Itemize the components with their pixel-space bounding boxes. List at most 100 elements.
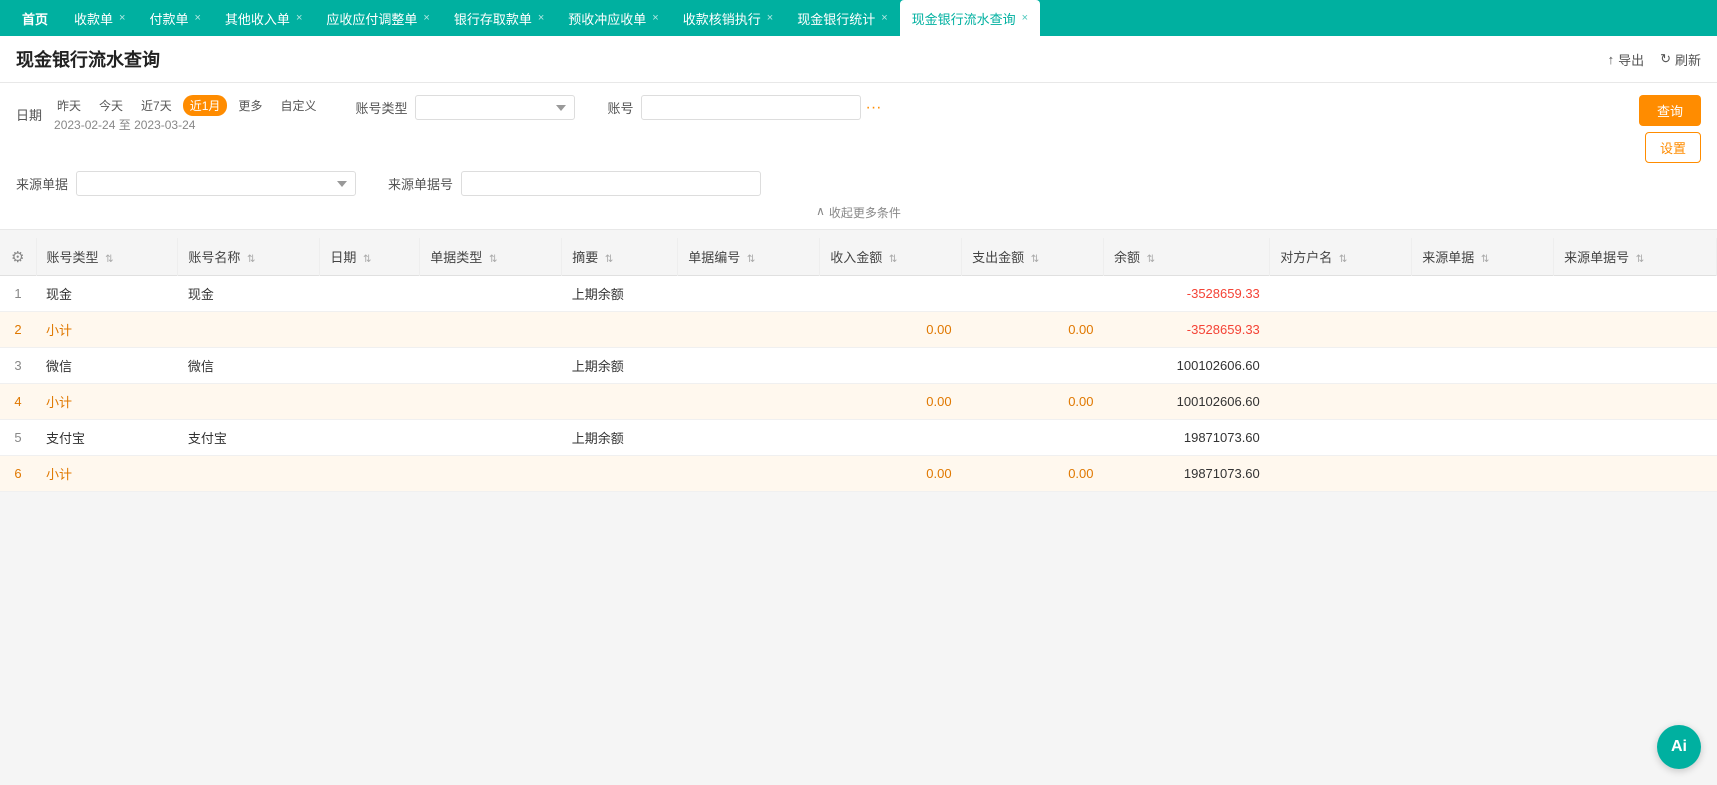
- col-account-name: 账号名称 ⇅: [178, 238, 320, 276]
- cell-doc-number: [678, 276, 820, 312]
- cell-balance: -3528659.33: [1104, 276, 1270, 312]
- tab-qitashouruden[interactable]: 其他收入单 ×: [213, 0, 314, 36]
- table-row[interactable]: 6 小计 0.00 0.00 19871073.60: [0, 456, 1717, 492]
- cell-date: [320, 348, 420, 384]
- table-row[interactable]: 4 小计 0.00 0.00 100102606.60: [0, 384, 1717, 420]
- source-doc-num-filter-group: 来源单据号: [388, 171, 761, 196]
- close-icon[interactable]: ×: [296, 12, 302, 24]
- col-expense: 支出金额 ⇅: [962, 238, 1104, 276]
- table-row[interactable]: 5 支付宝 支付宝 上期余额 19871073.60: [0, 420, 1717, 456]
- sort-icon[interactable]: ⇅: [1481, 254, 1489, 265]
- date-opt-1month[interactable]: 近1月: [183, 95, 228, 116]
- col-source-doc: 来源单据 ⇅: [1412, 238, 1554, 276]
- col-account-type: 账号类型 ⇅: [36, 238, 178, 276]
- cell-source-doc: [1412, 312, 1554, 348]
- header-actions: ↑ 导出 ↻ 刷新: [1608, 50, 1701, 69]
- date-filter-group: 日期 昨天 今天 近7天 近1月 更多 自定义 2023-02-24 至 202…: [16, 95, 323, 133]
- home-tab[interactable]: 首页: [8, 0, 62, 36]
- tab-xianjinyinhang-stat[interactable]: 现金银行统计 ×: [785, 0, 899, 36]
- cell-counterpart: [1270, 348, 1412, 384]
- data-table: ⚙ 账号类型 ⇅ 账号名称 ⇅ 日期 ⇅ 单据类型 ⇅: [0, 238, 1717, 492]
- date-opt-today[interactable]: 今天: [92, 95, 130, 116]
- table-row[interactable]: 2 小计 0.00 0.00 -3528659.33: [0, 312, 1717, 348]
- refresh-button[interactable]: ↻ 刷新: [1660, 50, 1701, 69]
- sort-icon[interactable]: ⇅: [489, 254, 497, 265]
- cell-expense: [962, 348, 1104, 384]
- tab-shoukuanhexiao[interactable]: 收款核销执行 ×: [671, 0, 785, 36]
- sort-icon[interactable]: ⇅: [1031, 254, 1039, 265]
- row-number: 2: [0, 312, 36, 348]
- tab-yingshouyingfu[interactable]: 应收应付调整单 ×: [314, 0, 441, 36]
- col-date: 日期 ⇅: [320, 238, 420, 276]
- cell-doc-number: [678, 456, 820, 492]
- close-icon[interactable]: ×: [538, 12, 544, 24]
- table-row[interactable]: 3 微信 微信 上期余额 100102606.60: [0, 348, 1717, 384]
- sort-icon[interactable]: ⇅: [363, 254, 371, 265]
- cell-income: 0.00: [820, 384, 962, 420]
- cell-doc-type: [420, 276, 562, 312]
- sort-icon[interactable]: ⇅: [605, 254, 613, 265]
- account-more-icon[interactable]: ···: [861, 99, 885, 117]
- column-settings-icon[interactable]: ⚙: [11, 249, 24, 266]
- tab-fukuandan[interactable]: 付款单 ×: [137, 0, 212, 36]
- sort-icon[interactable]: ⇅: [747, 254, 755, 265]
- collapse-bar[interactable]: ∧ 收起更多条件: [16, 200, 1701, 225]
- export-button[interactable]: ↑ 导出: [1608, 50, 1645, 69]
- cell-counterpart: [1270, 420, 1412, 456]
- query-button[interactable]: 查询: [1639, 95, 1701, 126]
- source-doc-num-input[interactable]: [461, 171, 761, 196]
- tab-yushouch[interactable]: 预收冲应收单 ×: [556, 0, 670, 36]
- cell-source-doc-num: [1554, 348, 1717, 384]
- cell-counterpart: [1270, 312, 1412, 348]
- tab-yinhangcunqu[interactable]: 银行存取款单 ×: [442, 0, 556, 36]
- source-doc-select[interactable]: [76, 171, 356, 196]
- close-icon[interactable]: ×: [767, 12, 773, 24]
- sort-icon[interactable]: ⇅: [1636, 254, 1644, 265]
- page-title: 现金银行流水查询: [16, 46, 160, 72]
- sort-icon[interactable]: ⇅: [247, 254, 255, 265]
- settings-button[interactable]: 设置: [1645, 132, 1701, 163]
- date-opt-7days[interactable]: 近7天: [134, 95, 179, 116]
- col-balance: 余额 ⇅: [1104, 238, 1270, 276]
- cell-doc-type: [420, 420, 562, 456]
- sort-icon[interactable]: ⇅: [105, 254, 113, 265]
- cell-account-type: 小计: [36, 312, 178, 348]
- cell-date: [320, 420, 420, 456]
- close-icon[interactable]: ×: [881, 12, 887, 24]
- date-range-display: 2023-02-24 至 2023-03-24: [54, 116, 323, 133]
- source-doc-filter-group: 来源单据: [16, 171, 356, 196]
- sort-icon[interactable]: ⇅: [1339, 254, 1347, 265]
- account-input[interactable]: [641, 95, 861, 120]
- close-icon[interactable]: ×: [1022, 12, 1028, 24]
- cell-source-doc: [1412, 420, 1554, 456]
- close-icon[interactable]: ×: [194, 12, 200, 24]
- close-icon[interactable]: ×: [652, 12, 658, 24]
- export-icon: ↑: [1608, 52, 1615, 67]
- table-row[interactable]: 1 现金 现金 上期余额 -3528659.33: [0, 276, 1717, 312]
- col-counterpart: 对方户名 ⇅: [1270, 238, 1412, 276]
- cell-counterpart: [1270, 384, 1412, 420]
- cell-doc-number: [678, 420, 820, 456]
- date-label: 日期: [16, 105, 42, 124]
- cell-doc-type: [420, 456, 562, 492]
- cell-account-type: 小计: [36, 384, 178, 420]
- date-opt-more[interactable]: 更多: [231, 95, 269, 116]
- close-icon[interactable]: ×: [119, 12, 125, 24]
- cell-source-doc-num: [1554, 312, 1717, 348]
- sort-icon[interactable]: ⇅: [889, 254, 897, 265]
- account-type-label: 账号类型: [355, 98, 407, 117]
- sort-icon[interactable]: ⇅: [1147, 254, 1155, 265]
- row-number: 3: [0, 348, 36, 384]
- account-type-select[interactable]: [415, 95, 575, 120]
- date-opt-yesterday[interactable]: 昨天: [50, 95, 88, 116]
- tab-shoukuandan[interactable]: 收款单 ×: [62, 0, 137, 36]
- close-icon[interactable]: ×: [423, 12, 429, 24]
- date-options: 昨天 今天 近7天 近1月 更多 自定义: [50, 95, 323, 116]
- ai-assistant-button[interactable]: Ai: [1657, 725, 1701, 769]
- cell-source-doc-num: [1554, 276, 1717, 312]
- cell-source-doc: [1412, 384, 1554, 420]
- tab-xianjinyinhang-liushui[interactable]: 现金银行流水查询 ×: [900, 0, 1040, 36]
- page-header: 现金银行流水查询 ↑ 导出 ↻ 刷新: [0, 36, 1717, 83]
- cell-summary: 上期余额: [562, 348, 678, 384]
- date-opt-custom[interactable]: 自定义: [273, 95, 323, 116]
